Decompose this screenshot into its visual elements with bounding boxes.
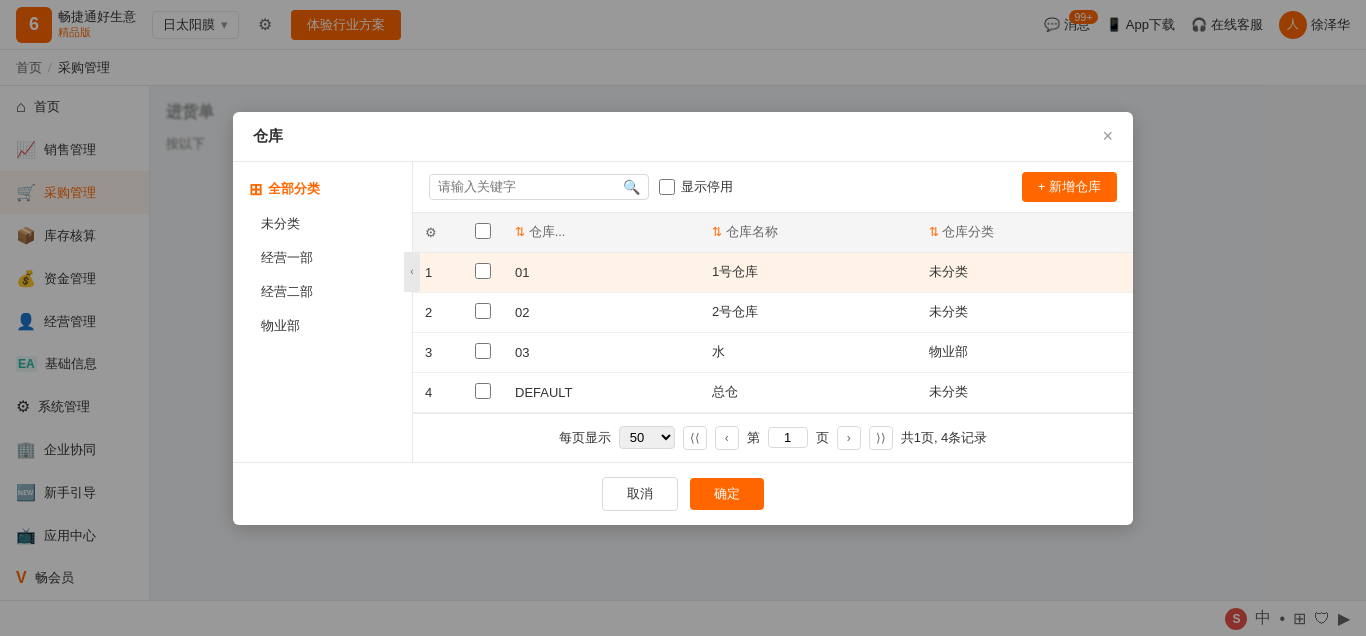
warehouse-table: ⚙ ⇅ 仓库... ⇅ (413, 213, 1133, 413)
next-page-btn[interactable]: › (837, 426, 861, 450)
collapse-panel-btn[interactable]: ‹ (404, 252, 420, 292)
row-code: 03 (503, 332, 700, 372)
category-panel: ⊞ 全部分类 未分类 经营一部 经营二部 物业部 ‹ (233, 162, 413, 462)
total-label: 共1页, 4条记录 (901, 429, 988, 447)
settings-icon: ⚙ (425, 225, 437, 240)
confirm-button[interactable]: 确定 (690, 478, 764, 510)
row-name: 总仓 (700, 372, 916, 412)
row-category: 未分类 (917, 252, 1134, 292)
row-code: 02 (503, 292, 700, 332)
row-checkbox[interactable] (463, 372, 503, 412)
per-page-select[interactable]: 50 10 20 100 (619, 426, 675, 449)
select-all-checkbox[interactable] (475, 223, 491, 239)
category-item-ops2[interactable]: 经营二部 (233, 275, 412, 309)
warehouse-modal: 仓库 × ⊞ 全部分类 未分类 经营一部 经营二部 物业部 ‹ (233, 112, 1133, 525)
show-disabled-label: 显示停用 (681, 178, 733, 196)
row-checkbox[interactable] (463, 252, 503, 292)
row-code: 01 (503, 252, 700, 292)
row-name: 水 (700, 332, 916, 372)
page-label: 第 (747, 429, 760, 447)
row-category: 未分类 (917, 292, 1134, 332)
row-name: 1号仓库 (700, 252, 916, 292)
row-code: DEFAULT (503, 372, 700, 412)
table-panel: 🔍 显示停用 + 新增仓库 ⚙ (413, 162, 1133, 462)
show-disabled-toggle[interactable]: 显示停用 (659, 178, 733, 196)
th-category-label: 仓库分类 (942, 224, 994, 239)
prev-page-btn[interactable]: ‹ (715, 426, 739, 450)
category-all-label: 全部分类 (268, 180, 320, 198)
modal-header: 仓库 × (233, 112, 1133, 162)
table-body: 1 01 1号仓库 未分类 2 02 2号仓库 (413, 252, 1133, 412)
sort-icon: ⇅ (515, 225, 525, 239)
row-name: 2号仓库 (700, 292, 916, 332)
cancel-button[interactable]: 取消 (602, 477, 678, 511)
close-icon[interactable]: × (1102, 126, 1113, 147)
table-row[interactable]: 1 01 1号仓库 未分类 (413, 252, 1133, 292)
category-panel-inner: ⊞ 全部分类 未分类 经营一部 经营二部 物业部 ‹ (233, 172, 412, 343)
category-item-ops1[interactable]: 经营一部 (233, 241, 412, 275)
th-name[interactable]: ⇅ 仓库名称 (700, 213, 916, 253)
page-input[interactable] (768, 427, 808, 448)
grid-icon: ⊞ (249, 180, 262, 199)
th-settings: ⚙ (413, 213, 463, 253)
category-item-unclassified[interactable]: 未分类 (233, 207, 412, 241)
first-page-btn[interactable]: ⟨⟨ (683, 426, 707, 450)
last-page-btn[interactable]: ⟩⟩ (869, 426, 893, 450)
row-num: 3 (413, 332, 463, 372)
row-category: 未分类 (917, 372, 1134, 412)
table-toolbar: 🔍 显示停用 + 新增仓库 (413, 162, 1133, 213)
search-box: 🔍 (429, 174, 649, 200)
row-category: 物业部 (917, 332, 1134, 372)
table-row[interactable]: 3 03 水 物业部 (413, 332, 1133, 372)
sort-icon: ⇅ (712, 225, 722, 239)
table-row[interactable]: 4 DEFAULT 总仓 未分类 (413, 372, 1133, 412)
modal-body: ⊞ 全部分类 未分类 经营一部 经营二部 物业部 ‹ 🔍 (233, 162, 1133, 462)
search-input[interactable] (438, 179, 623, 194)
modal-footer: 取消 确定 (233, 462, 1133, 525)
page-unit: 页 (816, 429, 829, 447)
table-head: ⚙ ⇅ 仓库... ⇅ (413, 213, 1133, 253)
row-num: 2 (413, 292, 463, 332)
add-warehouse-button[interactable]: + 新增仓库 (1022, 172, 1117, 202)
th-name-label: 仓库名称 (726, 224, 778, 239)
table: ⚙ ⇅ 仓库... ⇅ (413, 213, 1133, 413)
search-icon[interactable]: 🔍 (623, 179, 640, 195)
pagination: 每页显示 50 10 20 100 ⟨⟨ ‹ 第 页 › ⟩⟩ 共1页, 4条记… (413, 413, 1133, 462)
row-num: 1 (413, 252, 463, 292)
table-row[interactable]: 2 02 2号仓库 未分类 (413, 292, 1133, 332)
table-header-row: ⚙ ⇅ 仓库... ⇅ (413, 213, 1133, 253)
per-page-label: 每页显示 (559, 429, 611, 447)
category-all[interactable]: ⊞ 全部分类 (233, 172, 412, 207)
th-code-label: 仓库... (529, 224, 566, 239)
row-checkbox[interactable] (463, 292, 503, 332)
category-item-property[interactable]: 物业部 (233, 309, 412, 343)
show-disabled-checkbox[interactable] (659, 179, 675, 195)
th-code[interactable]: ⇅ 仓库... (503, 213, 700, 253)
th-category[interactable]: ⇅ 仓库分类 (917, 213, 1134, 253)
row-checkbox[interactable] (463, 332, 503, 372)
th-checkbox (463, 213, 503, 253)
modal-overlay: 仓库 × ⊞ 全部分类 未分类 经营一部 经营二部 物业部 ‹ (0, 0, 1366, 636)
modal-title: 仓库 (253, 127, 283, 146)
sort-icon: ⇅ (929, 225, 939, 239)
row-num: 4 (413, 372, 463, 412)
